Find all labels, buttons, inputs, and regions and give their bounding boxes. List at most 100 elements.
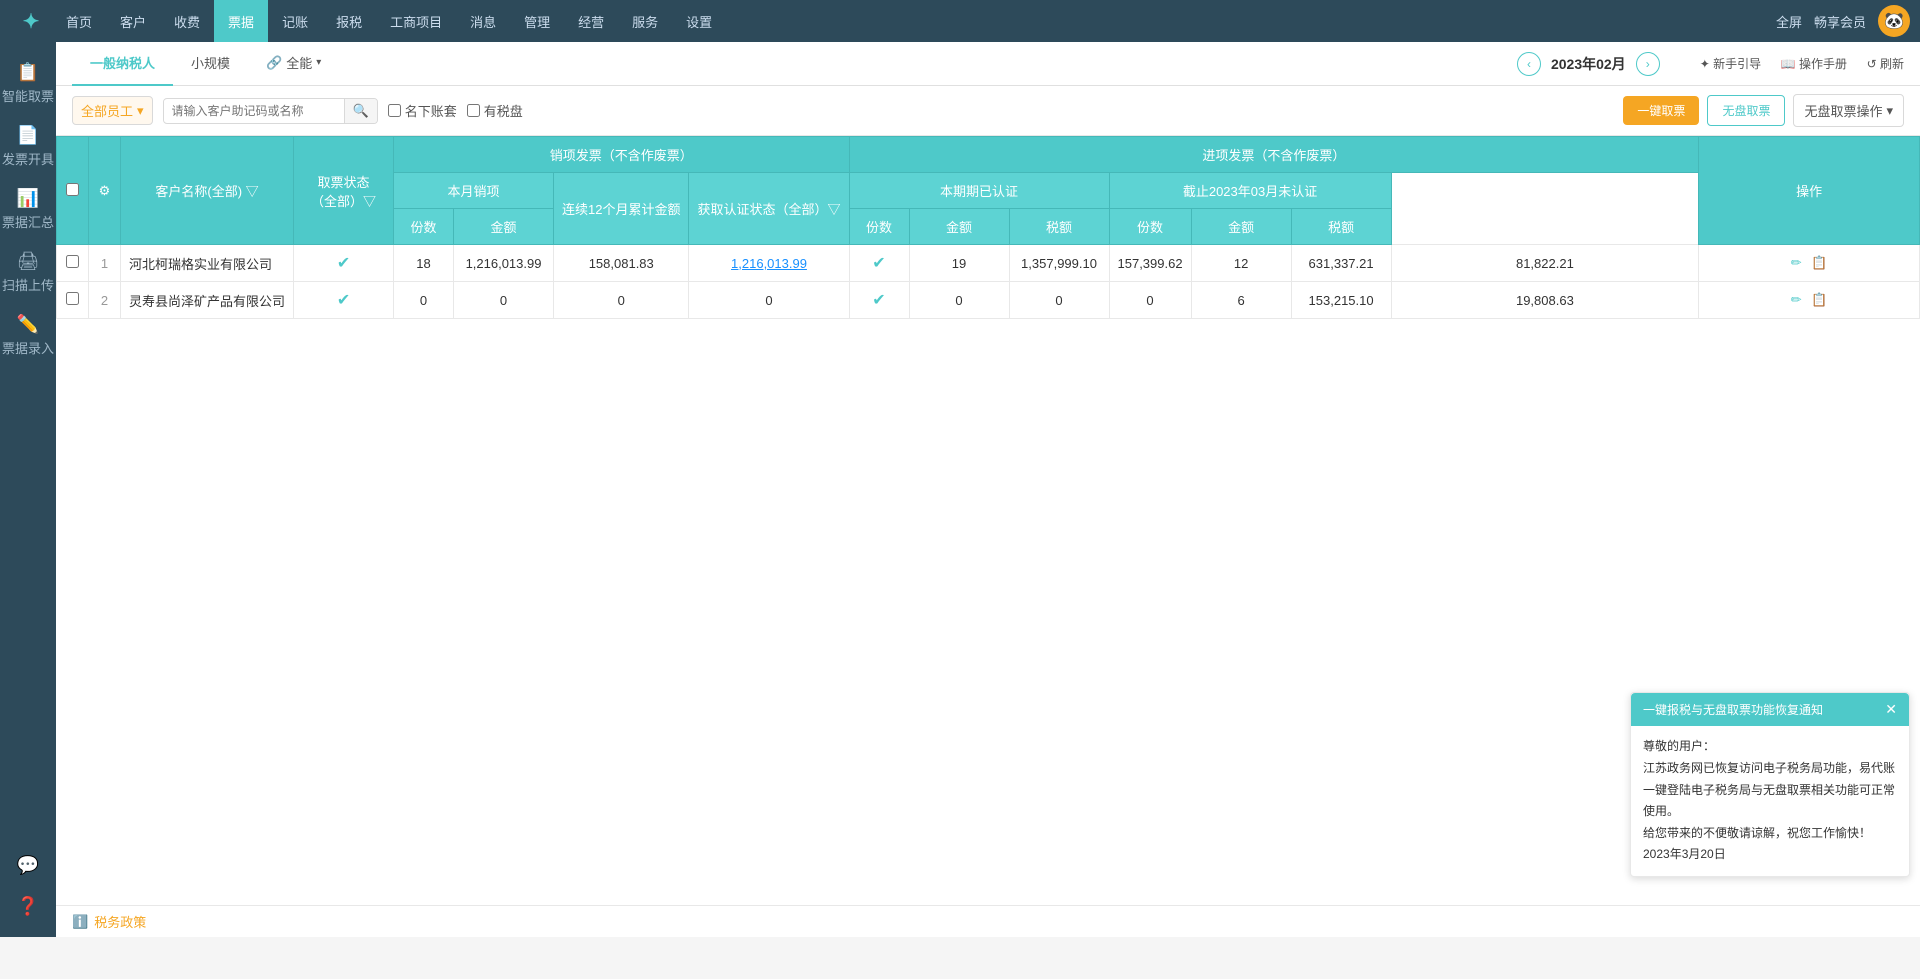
notification-header: 一键报税与无盘取票功能恢复通知 ✕: [1631, 693, 1909, 726]
nav-bookkeeping[interactable]: 记账: [268, 0, 322, 42]
app-logo: ✦: [10, 0, 52, 42]
checkbox-account[interactable]: 名下账套: [388, 101, 457, 120]
row-sales-count: 18: [394, 245, 454, 282]
row-cert-tax: 0: [1109, 282, 1191, 319]
manual-btn[interactable]: 📖 操作手册: [1781, 57, 1847, 71]
edit-icon[interactable]: ✏: [1791, 292, 1802, 307]
chat-icon: 💬: [17, 855, 39, 876]
sidebar-item-smart-fetch[interactable]: 📋 智能取票: [0, 52, 56, 115]
period-next-btn[interactable]: ›: [1636, 52, 1660, 76]
row-sales-tax: 0: [554, 282, 689, 319]
tab-general-taxpayer[interactable]: 一般纳税人: [72, 42, 173, 86]
sidebar-item-invoice-entry[interactable]: ✏️ 票据录入: [0, 304, 56, 367]
row-uncert-tax: 81,822.21: [1391, 245, 1699, 282]
invoice-summary-icon: 📊: [17, 188, 39, 209]
toolbar-right: 一键取票 无盘取票 无盘取票操作 ▾: [1623, 94, 1904, 127]
row-customer-name: 河北柯瑞格实业有限公司: [121, 245, 294, 282]
row-uncert-count: 6: [1191, 282, 1291, 319]
col-operation: 操作: [1699, 137, 1920, 245]
row-sales-count: 0: [394, 282, 454, 319]
nav-home[interactable]: 首页: [52, 0, 106, 42]
row-uncert-amount: 631,337.21: [1291, 245, 1391, 282]
row-uncert-count: 12: [1191, 245, 1291, 282]
search-button[interactable]: 🔍: [344, 99, 377, 123]
member-btn[interactable]: 畅享会员: [1814, 12, 1866, 31]
row-cert-status: ✔: [849, 282, 909, 319]
checkbox-tax-disk-input[interactable]: [467, 104, 480, 117]
sidebar-label-invoice-summary: 票据汇总: [2, 212, 54, 231]
tab-all[interactable]: 🔗全能 ▾: [248, 42, 339, 86]
scan-upload-icon: 🖨: [17, 251, 40, 272]
view-icon[interactable]: 📋: [1811, 292, 1827, 307]
col-sales-amount: 金额: [454, 209, 554, 245]
nav-customer[interactable]: 客户: [106, 0, 160, 42]
edit-icon[interactable]: ✏: [1791, 255, 1802, 270]
footer-icon: ℹ️: [72, 914, 88, 930]
col-cert-count: 份数: [849, 209, 909, 245]
row-cumulative[interactable]: 1,216,013.99: [689, 245, 849, 282]
notification-popup: 一键报税与无盘取票功能恢复通知 ✕ 尊敬的用户：江苏政务网已恢复访问电子税务局功…: [1630, 692, 1910, 877]
help-icon: ❓: [17, 896, 39, 917]
col-until-uncert: 截止2023年03月未认证: [1109, 173, 1391, 209]
dropdown-arrow-icon: ▾: [1886, 103, 1893, 119]
sidebar-item-invoice-summary[interactable]: 📊 票据汇总: [0, 178, 56, 241]
tab-small-scale[interactable]: 小规模: [173, 42, 248, 86]
select-all-checkbox[interactable]: [66, 183, 79, 196]
new-guide-btn[interactable]: ✦ 新手引导: [1700, 57, 1761, 71]
sidebar-item-help[interactable]: ❓: [0, 886, 56, 927]
nav-fee[interactable]: 收费: [160, 0, 214, 42]
refresh-btn[interactable]: ↺ 刷新: [1867, 57, 1904, 71]
footer: ℹ️ 税务政策: [56, 905, 1920, 937]
row-cumulative: 0: [689, 282, 849, 319]
sidebar-bottom: 💬 ❓: [0, 845, 56, 937]
one-key-fetch-btn[interactable]: 一键取票: [1623, 96, 1699, 125]
search-input[interactable]: [164, 100, 344, 122]
nav-business[interactable]: 工商项目: [376, 0, 456, 42]
nav-operate[interactable]: 经营: [564, 0, 618, 42]
nav-items: 首页 客户 收费 票据 记账 报税 工商项目 消息 管理 经营 服务 设置: [52, 0, 1776, 42]
row-fetch-status: ✔: [294, 282, 394, 319]
checkbox-tax-disk[interactable]: 有税盘: [467, 101, 523, 120]
nav-settings[interactable]: 设置: [672, 0, 726, 42]
tab-actions: ✦ 新手引导 📖 操作手册 ↺ 刷新: [1700, 55, 1904, 72]
row-cert-amount: 0: [1009, 282, 1109, 319]
period-nav: ‹ 2023年02月 ›: [1517, 52, 1660, 76]
employee-select[interactable]: 全部员工 ▾: [72, 96, 153, 125]
sidebar-item-scan-upload[interactable]: 🖨 扫描上传: [0, 241, 56, 304]
footer-tax-policy[interactable]: 税务政策: [94, 912, 146, 931]
nav-manage[interactable]: 管理: [510, 0, 564, 42]
col-checkbox: [57, 137, 89, 245]
row-checkbox[interactable]: [57, 282, 89, 319]
sidebar-item-invoice-open[interactable]: 📄 发票开具: [0, 115, 56, 178]
nav-invoice[interactable]: 票据: [214, 0, 268, 42]
main-table: ⚙ 客户名称(全部) ▽ 取票状态（全部）▽ 销项发票（不含作废票） 进项发票（…: [56, 136, 1920, 319]
row-customer-name: 灵寿县尚泽矿产品有限公司: [121, 282, 294, 319]
cert-status-icon: ✔: [872, 292, 885, 309]
col-sales-count: 份数: [394, 209, 454, 245]
top-nav: ✦ 首页 客户 收费 票据 记账 报税 工商项目 消息 管理 经营 服务 设置 …: [0, 0, 1920, 42]
row-sales-amount: 0: [454, 282, 554, 319]
notification-title: 一键报税与无盘取票功能恢复通知: [1643, 701, 1823, 718]
row-num: 2: [89, 282, 121, 319]
nav-message[interactable]: 消息: [456, 0, 510, 42]
sidebar-item-chat[interactable]: 💬: [0, 845, 56, 886]
col-cert-status: 获取认证状态（全部）▽: [689, 173, 849, 245]
nav-service[interactable]: 服务: [618, 0, 672, 42]
col-settings: ⚙: [89, 137, 121, 245]
nav-tax[interactable]: 报税: [322, 0, 376, 42]
period-prev-btn[interactable]: ‹: [1517, 52, 1541, 76]
link-icon: 🔗: [266, 55, 282, 71]
checkbox-account-input[interactable]: [388, 104, 401, 117]
fullscreen-btn[interactable]: 全屏: [1776, 12, 1802, 31]
no-disk-ops-btn[interactable]: 无盘取票操作 ▾: [1793, 94, 1904, 127]
view-icon[interactable]: 📋: [1811, 255, 1827, 270]
user-avatar[interactable]: 🐼: [1878, 5, 1910, 37]
row-cert-amount: 1,357,999.10: [1009, 245, 1109, 282]
fetch-status-icon: ✔: [337, 292, 350, 309]
row-checkbox[interactable]: [57, 245, 89, 282]
row-cert-count: 19: [909, 245, 1009, 282]
no-disk-fetch-btn[interactable]: 无盘取票: [1707, 95, 1785, 126]
row-fetch-status: ✔: [294, 245, 394, 282]
col-uncert-count: 份数: [1109, 209, 1191, 245]
notification-close-btn[interactable]: ✕: [1885, 701, 1897, 718]
